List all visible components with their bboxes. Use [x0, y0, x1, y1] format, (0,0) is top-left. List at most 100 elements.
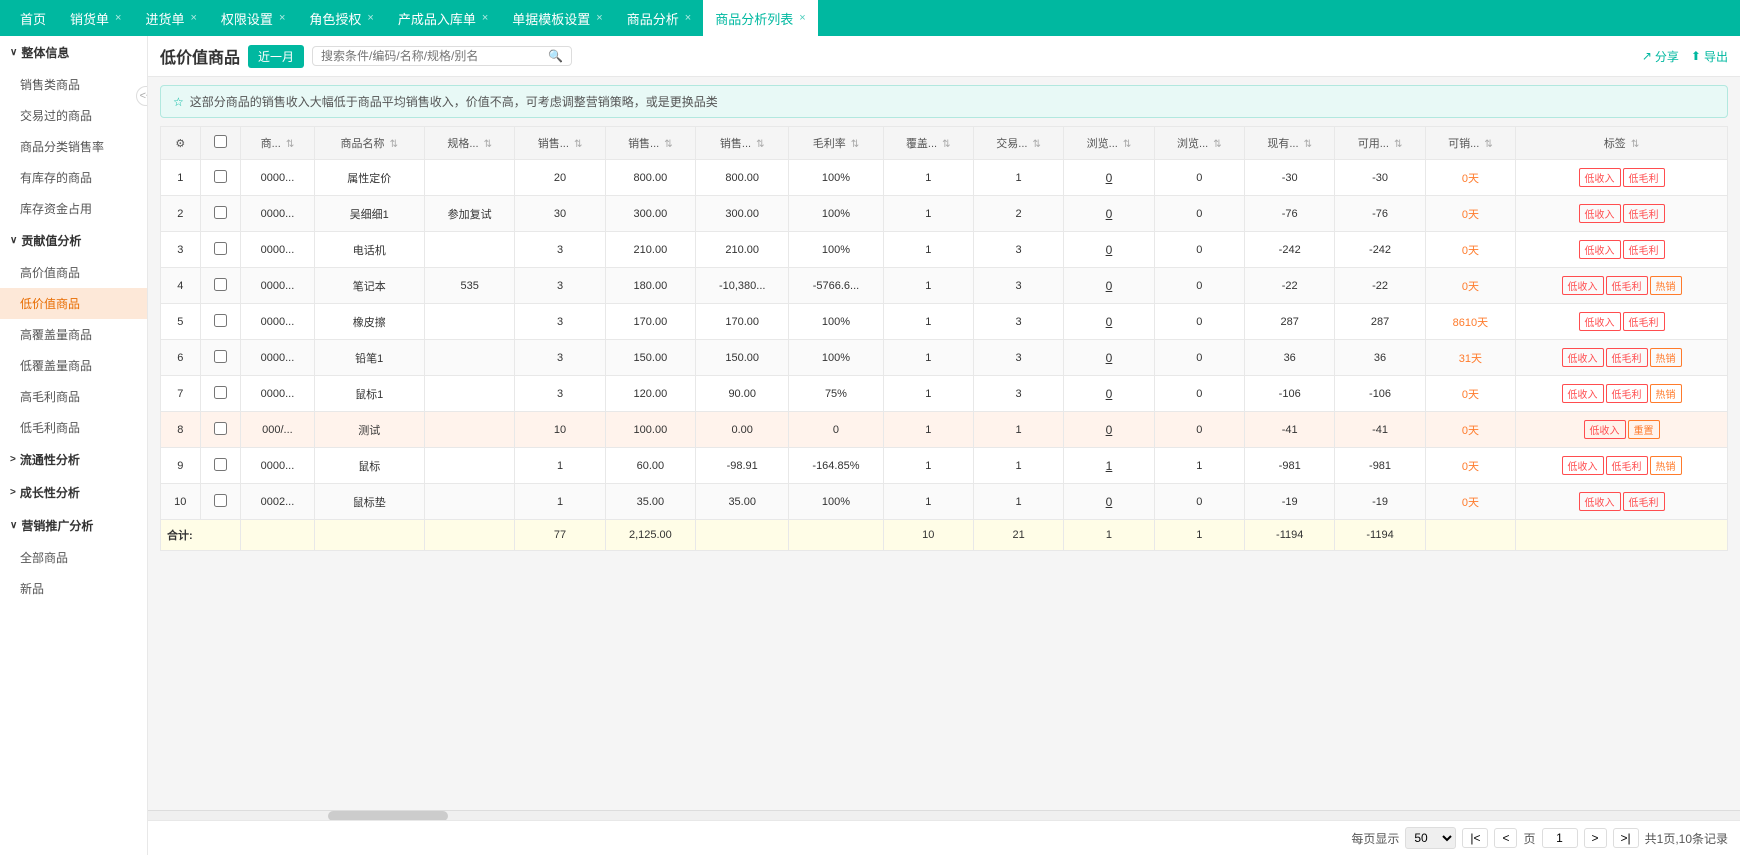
col-checkbox[interactable]	[200, 127, 241, 160]
sidebar-item-high-coverage[interactable]: 高覆盖量商品	[0, 319, 147, 350]
cell-browse1[interactable]: 1	[1064, 448, 1154, 484]
sidebar-item-category-sales[interactable]: 商品分类销售率	[0, 131, 147, 162]
row-checkbox[interactable]	[214, 422, 227, 435]
cell-saleable: 0天	[1425, 412, 1515, 448]
nav-product-analysis-list[interactable]: 商品分析列表 ×	[703, 0, 817, 36]
sidebar-item-traded-products[interactable]: 交易过的商品	[0, 100, 147, 131]
col-name[interactable]: 商品名称 ⇅	[314, 127, 424, 160]
sidebar-item-all-products[interactable]: 全部商品	[0, 542, 147, 573]
row-checkbox[interactable]	[214, 386, 227, 399]
col-browse2[interactable]: 浏览... ⇅	[1154, 127, 1244, 160]
cell-avail: 287	[1335, 304, 1425, 340]
col-settings[interactable]: ⚙	[161, 127, 201, 160]
col-sale2[interactable]: 销售... ⇅	[605, 127, 695, 160]
sidebar-group-general[interactable]: ∨ 整体信息	[0, 36, 147, 69]
close-icon[interactable]: ×	[115, 12, 121, 24]
cell-checkbox[interactable]	[200, 304, 241, 340]
prev-page-button[interactable]: <	[1494, 828, 1517, 848]
sidebar-group-circulation[interactable]: > 流通性分析	[0, 443, 147, 476]
col-margin[interactable]: 毛利率 ⇅	[789, 127, 883, 160]
col-sale3[interactable]: 销售... ⇅	[696, 127, 789, 160]
col-spec[interactable]: 规格... ⇅	[424, 127, 514, 160]
cell-browse1[interactable]: 0	[1064, 340, 1154, 376]
col-code[interactable]: 商... ⇅	[241, 127, 314, 160]
cell-browse1[interactable]: 0	[1064, 268, 1154, 304]
nav-purchase[interactable]: 进货单 ×	[133, 0, 208, 36]
row-checkbox[interactable]	[214, 458, 227, 471]
cell-checkbox[interactable]	[200, 196, 241, 232]
col-sale1[interactable]: 销售... ⇅	[515, 127, 605, 160]
cell-browse1[interactable]: 0	[1064, 196, 1154, 232]
nav-home[interactable]: 首页	[8, 0, 58, 36]
search-input[interactable]	[321, 49, 544, 63]
nav-product-analysis[interactable]: 商品分析 ×	[615, 0, 703, 36]
row-checkbox[interactable]	[214, 206, 227, 219]
cell-browse1[interactable]: 0	[1064, 160, 1154, 196]
sidebar-item-low-margin[interactable]: 低毛利商品	[0, 412, 147, 443]
cell-browse1[interactable]: 0	[1064, 304, 1154, 340]
close-icon[interactable]: ×	[279, 12, 285, 24]
sidebar-item-high-margin[interactable]: 高毛利商品	[0, 381, 147, 412]
row-checkbox[interactable]	[214, 278, 227, 291]
per-page-select[interactable]: 50 100 200	[1405, 827, 1456, 849]
first-page-button[interactable]: |<	[1462, 828, 1488, 848]
close-icon[interactable]: ×	[799, 12, 805, 24]
nav-sales[interactable]: 销货单 ×	[58, 0, 133, 36]
cell-checkbox[interactable]	[200, 412, 241, 448]
nav-permissions[interactable]: 权限设置 ×	[209, 0, 297, 36]
col-avail[interactable]: 可用... ⇅	[1335, 127, 1425, 160]
sidebar-item-low-value[interactable]: 低价值商品	[0, 288, 147, 319]
close-icon[interactable]: ×	[685, 12, 691, 24]
row-checkbox[interactable]	[214, 494, 227, 507]
col-browse1[interactable]: 浏览... ⇅	[1064, 127, 1154, 160]
next-page-button[interactable]: >	[1584, 828, 1607, 848]
nav-template[interactable]: 单据模板设置 ×	[500, 0, 614, 36]
last-page-button[interactable]: >|	[1613, 828, 1639, 848]
sidebar-group-marketing[interactable]: ∨ 营销推广分析	[0, 509, 147, 542]
share-button[interactable]: ↗ 分享	[1642, 48, 1679, 65]
nav-product-in[interactable]: 产成品入库单 ×	[386, 0, 500, 36]
nav-roles[interactable]: 角色授权 ×	[297, 0, 385, 36]
row-checkbox[interactable]	[214, 350, 227, 363]
cell-browse1[interactable]: 0	[1064, 412, 1154, 448]
col-trade[interactable]: 交易... ⇅	[973, 127, 1063, 160]
cell-checkbox[interactable]	[200, 484, 241, 520]
select-all-checkbox[interactable]	[214, 135, 227, 148]
row-checkbox[interactable]	[214, 314, 227, 327]
cell-browse1[interactable]: 0	[1064, 232, 1154, 268]
cell-checkbox[interactable]	[200, 160, 241, 196]
cell-browse1[interactable]: 0	[1064, 484, 1154, 520]
sidebar-item-low-coverage[interactable]: 低覆盖量商品	[0, 350, 147, 381]
sidebar-item-stock-capital[interactable]: 库存资金占用	[0, 193, 147, 224]
cell-checkbox[interactable]	[200, 232, 241, 268]
sidebar-item-stock-products[interactable]: 有库存的商品	[0, 162, 147, 193]
close-icon[interactable]: ×	[482, 12, 488, 24]
sidebar-group-contribution[interactable]: ∨ 贡献值分析	[0, 224, 147, 257]
cell-trade: 3	[973, 304, 1063, 340]
close-icon[interactable]: ×	[190, 12, 196, 24]
cell-checkbox[interactable]	[200, 340, 241, 376]
sidebar-item-high-value[interactable]: 高价值商品	[0, 257, 147, 288]
col-tags[interactable]: 标签 ⇅	[1516, 127, 1728, 160]
col-current[interactable]: 现有... ⇅	[1245, 127, 1335, 160]
date-filter-button[interactable]: 近一月	[248, 45, 304, 68]
close-icon[interactable]: ×	[596, 12, 602, 24]
sidebar-group-growth[interactable]: > 成长性分析	[0, 476, 147, 509]
search-icon[interactable]: 🔍	[548, 49, 563, 63]
cell-checkbox[interactable]	[200, 268, 241, 304]
page-number-input[interactable]	[1542, 828, 1578, 848]
cell-checkbox[interactable]	[200, 376, 241, 412]
row-checkbox[interactable]	[214, 242, 227, 255]
row-checkbox[interactable]	[214, 170, 227, 183]
export-button[interactable]: ⬆ 导出	[1691, 48, 1728, 65]
horizontal-scrollbar[interactable]	[148, 810, 1740, 820]
cell-browse1[interactable]: 0	[1064, 376, 1154, 412]
sidebar-item-new-products[interactable]: 新品	[0, 573, 147, 604]
col-cover[interactable]: 覆盖... ⇅	[883, 127, 973, 160]
col-saleable[interactable]: 可销... ⇅	[1425, 127, 1515, 160]
cell-browse2: 0	[1154, 160, 1244, 196]
cell-checkbox[interactable]	[200, 448, 241, 484]
chevron-right-icon: >	[10, 454, 16, 465]
sidebar-item-sales-products[interactable]: 销售类商品	[0, 69, 147, 100]
close-icon[interactable]: ×	[367, 12, 373, 24]
